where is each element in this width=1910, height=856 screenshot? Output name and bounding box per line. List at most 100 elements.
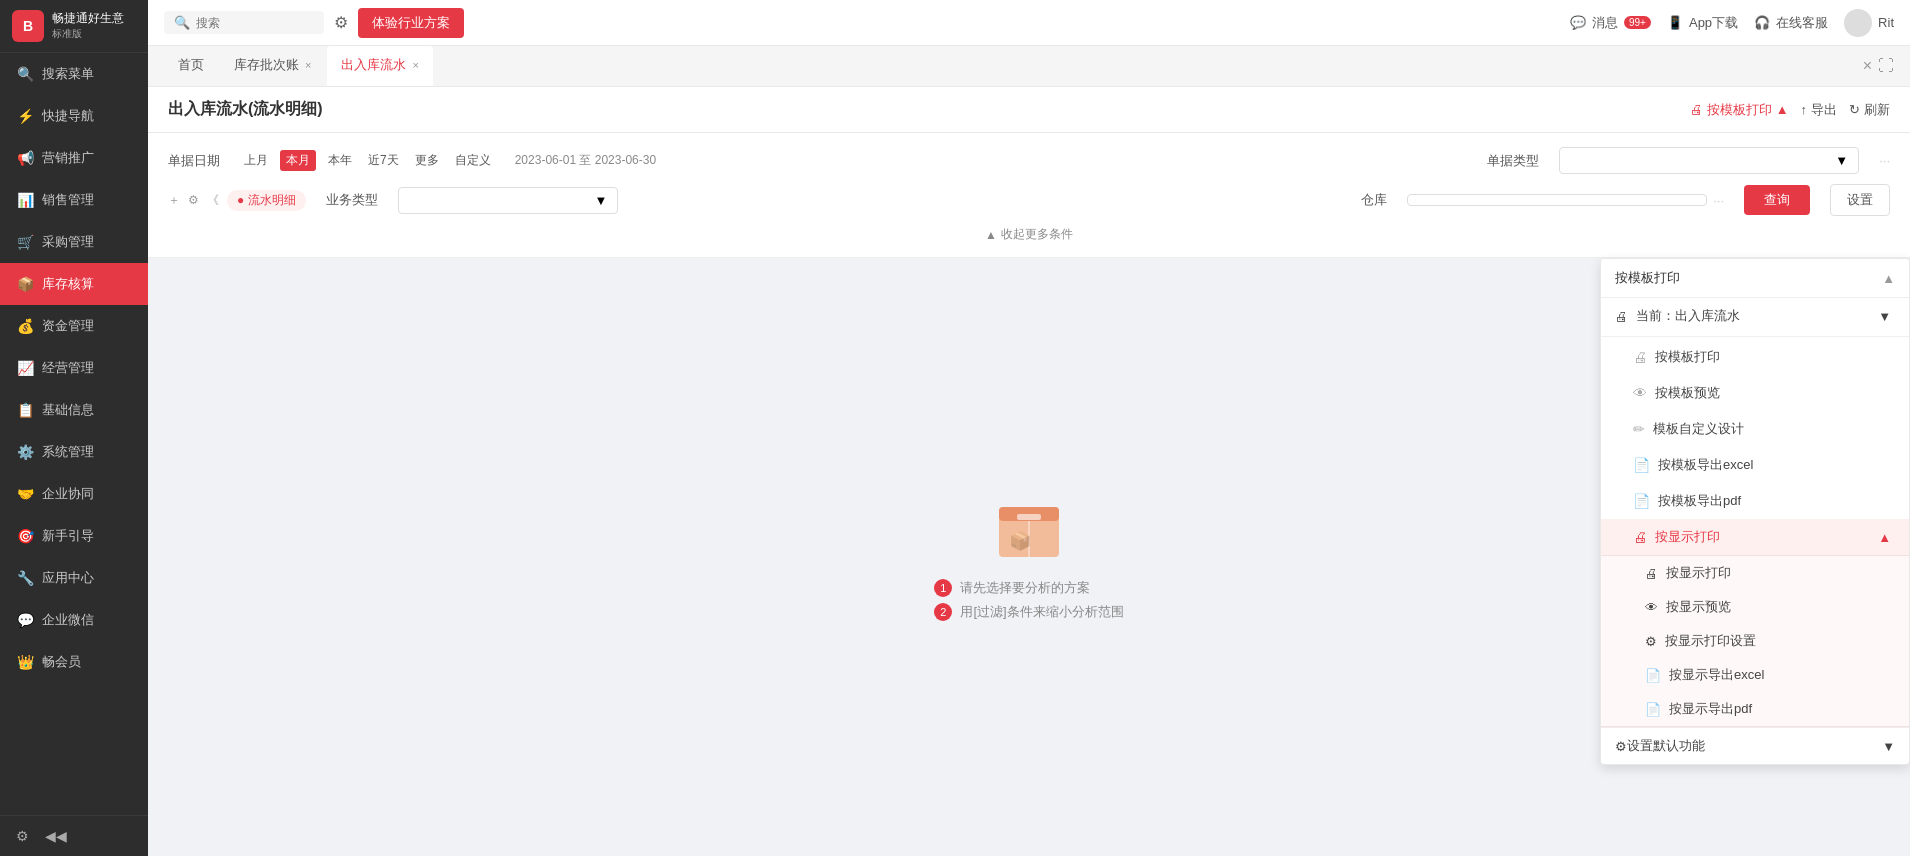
refresh-button[interactable]: ↻ 刷新	[1849, 101, 1890, 119]
filter-expand-btn[interactable]: 《	[207, 192, 219, 209]
date-tab-lastmonth[interactable]: 上月	[240, 150, 272, 171]
excel-icon-2: 📄	[1645, 668, 1661, 683]
add-filter-btn[interactable]: ＋	[168, 192, 180, 209]
user-profile[interactable]: Rit	[1844, 9, 1894, 37]
sidebar-item-label: 应用中心	[42, 569, 94, 587]
tab-flow[interactable]: 出入库流水 ×	[327, 46, 432, 86]
tab-batch[interactable]: 库存批次账 ×	[220, 46, 325, 86]
logo-icon: B	[12, 10, 44, 42]
type-filter-select[interactable]: ▼	[1559, 147, 1859, 174]
sidebar-item-marketing[interactable]: 📢 营销推广	[0, 137, 148, 179]
sidebar-item-search[interactable]: 🔍 搜索菜单	[0, 53, 148, 95]
sidebar-item-member[interactable]: 👑 畅会员	[0, 641, 148, 683]
marketing-icon: 📢	[16, 150, 34, 166]
search-input[interactable]	[196, 16, 316, 30]
current-print-icon: 🖨	[1615, 309, 1628, 324]
download-icon: 📱	[1667, 15, 1683, 30]
logo: B 畅捷通好生意 标准版	[0, 0, 148, 53]
customer-service-button[interactable]: 🎧 在线客服	[1754, 14, 1828, 32]
sidebar-item-label: 系统管理	[42, 443, 94, 461]
chevron-down-icon-footer: ▼	[1882, 739, 1895, 754]
sidebar-item-coop[interactable]: 🤝 企业协同	[0, 473, 148, 515]
messages-button[interactable]: 💬 消息 99+	[1570, 14, 1651, 32]
date-tab-thisyear[interactable]: 本年	[324, 150, 356, 171]
settings-footer-btn[interactable]: ⚙	[16, 828, 29, 844]
template-print-button[interactable]: 🖨 按模板打印 ▲	[1690, 101, 1789, 119]
empty-illustration: 📦	[989, 487, 1069, 567]
close-all-tabs-button[interactable]: ×	[1863, 57, 1872, 75]
printer-icon: 🖨	[1690, 102, 1703, 117]
dropdown-template-custom[interactable]: ✏ 模板自定义设计	[1601, 411, 1909, 447]
sidebar-item-label: 销售管理	[42, 191, 94, 209]
sidebar-item-inventory[interactable]: 📦 库存核算	[0, 263, 148, 305]
date-tab-more[interactable]: 更多	[411, 150, 443, 171]
sidebar-item-label: 新手引导	[42, 527, 94, 545]
filter-settings-btn[interactable]: ⚙	[188, 193, 199, 207]
date-tab-7days[interactable]: 近7天	[364, 150, 403, 171]
sidebar-item-operations[interactable]: 📈 经营管理	[0, 347, 148, 389]
tab-flow-close[interactable]: ×	[412, 59, 418, 71]
date-tab-thismonth[interactable]: 本月	[280, 150, 316, 171]
message-icon: 💬	[1570, 15, 1586, 30]
sidebar-item-purchase[interactable]: 🛒 采购管理	[0, 221, 148, 263]
header-search-box[interactable]: 🔍	[164, 11, 324, 34]
sidebar-item-label: 搜索菜单	[42, 65, 94, 83]
chevron-up-icon: ▲	[1776, 102, 1789, 117]
warehouse-select[interactable]	[1407, 194, 1707, 206]
filter-tag-label: 流水明细	[248, 192, 296, 209]
dropdown-footer[interactable]: ⚙ 设置默认功能 ▼	[1601, 727, 1909, 764]
template-preview-item-label: 按模板预览	[1655, 384, 1720, 402]
dropdown-current[interactable]: 🖨 当前：出入库流水 ▼	[1601, 298, 1909, 334]
app-download-button[interactable]: 📱 App下载	[1667, 14, 1738, 32]
dropdown-display-preview[interactable]: 👁 按显示预览	[1601, 590, 1909, 624]
svg-rect-2	[1017, 514, 1041, 520]
tab-home[interactable]: 首页	[164, 46, 218, 86]
collapse-filter-btn[interactable]: ▲ 收起更多条件	[168, 226, 1890, 243]
custom-icon: ✏	[1633, 421, 1645, 437]
dropdown-close-icon[interactable]: ▲	[1882, 271, 1895, 286]
preview-icon-2: 👁	[1645, 600, 1658, 615]
sidebar-item-basic[interactable]: 📋 基础信息	[0, 389, 148, 431]
page-content: 出入库流水(流水明细) 🖨 按模板打印 ▲ ↑ 导出 ↻ 刷新	[148, 87, 1910, 856]
date-tab-custom[interactable]: 自定义	[451, 150, 495, 171]
date-range-display: 2023-06-01 至 2023-06-30	[515, 152, 656, 169]
type-filter-label: 单据类型	[1487, 152, 1539, 170]
sidebar-item-sales[interactable]: 📊 销售管理	[0, 179, 148, 221]
date-filter-label: 单据日期	[168, 152, 220, 170]
dropdown-display-section[interactable]: 🖨 按显示打印 ▲	[1601, 519, 1909, 555]
warehouse-label: 仓库	[1361, 191, 1387, 209]
dropdown-template-excel[interactable]: 📄 按模板导出excel	[1601, 447, 1909, 483]
maximize-tab-button[interactable]: ⛶	[1878, 57, 1894, 75]
sidebar-item-wechat[interactable]: 💬 企业微信	[0, 599, 148, 641]
tab-batch-label: 库存批次账	[234, 56, 299, 74]
dropdown-display-excel[interactable]: 📄 按显示导出excel	[1601, 658, 1909, 692]
settings-button[interactable]: 设置	[1830, 184, 1890, 216]
sidebar-item-system[interactable]: ⚙️ 系统管理	[0, 431, 148, 473]
sidebar-item-finance[interactable]: 💰 资金管理	[0, 305, 148, 347]
template-print-label: 按模板打印	[1707, 101, 1772, 119]
chevron-down-icon: ▼	[1835, 153, 1848, 168]
dropdown-display-print[interactable]: 🖨 按显示打印	[1601, 556, 1909, 590]
dropdown-display-settings[interactable]: ⚙ 按显示打印设置	[1601, 624, 1909, 658]
date-tabs: 上月 本月 本年 近7天 更多 自定义	[240, 150, 495, 171]
current-label: 当前：出入库流水	[1636, 307, 1740, 325]
biz-type-select[interactable]: ▼	[398, 187, 618, 214]
dropdown-template-print[interactable]: 🖨 按模板打印	[1601, 339, 1909, 375]
settings-icon-footer: ⚙	[1615, 739, 1627, 754]
collapse-sidebar-btn[interactable]: ◀◀	[45, 828, 67, 844]
dropdown-display-pdf[interactable]: 📄 按显示导出pdf	[1601, 692, 1909, 726]
dropdown-template-preview[interactable]: 👁 按模板预览	[1601, 375, 1909, 411]
query-button[interactable]: 查询	[1744, 185, 1810, 215]
sidebar-item-quicknav[interactable]: ⚡ 快捷导航	[0, 95, 148, 137]
tab-batch-close[interactable]: ×	[305, 59, 311, 71]
tab-flow-label: 出入库流水	[341, 56, 406, 74]
dropdown-template-pdf[interactable]: 📄 按模板导出pdf	[1601, 483, 1909, 519]
sidebar-item-label: 快捷导航	[42, 107, 94, 125]
page-actions: 🖨 按模板打印 ▲ ↑ 导出 ↻ 刷新	[1690, 101, 1890, 119]
industry-solution-button[interactable]: 体验行业方案	[358, 8, 464, 38]
dropdown-panel: 按模板打印 ▲ 🖨 当前：出入库流水 ▼ 🖨 按模板打印 👁 按模	[1600, 258, 1910, 765]
sidebar-item-appcenter[interactable]: 🔧 应用中心	[0, 557, 148, 599]
sidebar-item-guide[interactable]: 🎯 新手引导	[0, 515, 148, 557]
export-button[interactable]: ↑ 导出	[1801, 101, 1838, 119]
header-settings-icon[interactable]: ⚙	[334, 13, 348, 32]
